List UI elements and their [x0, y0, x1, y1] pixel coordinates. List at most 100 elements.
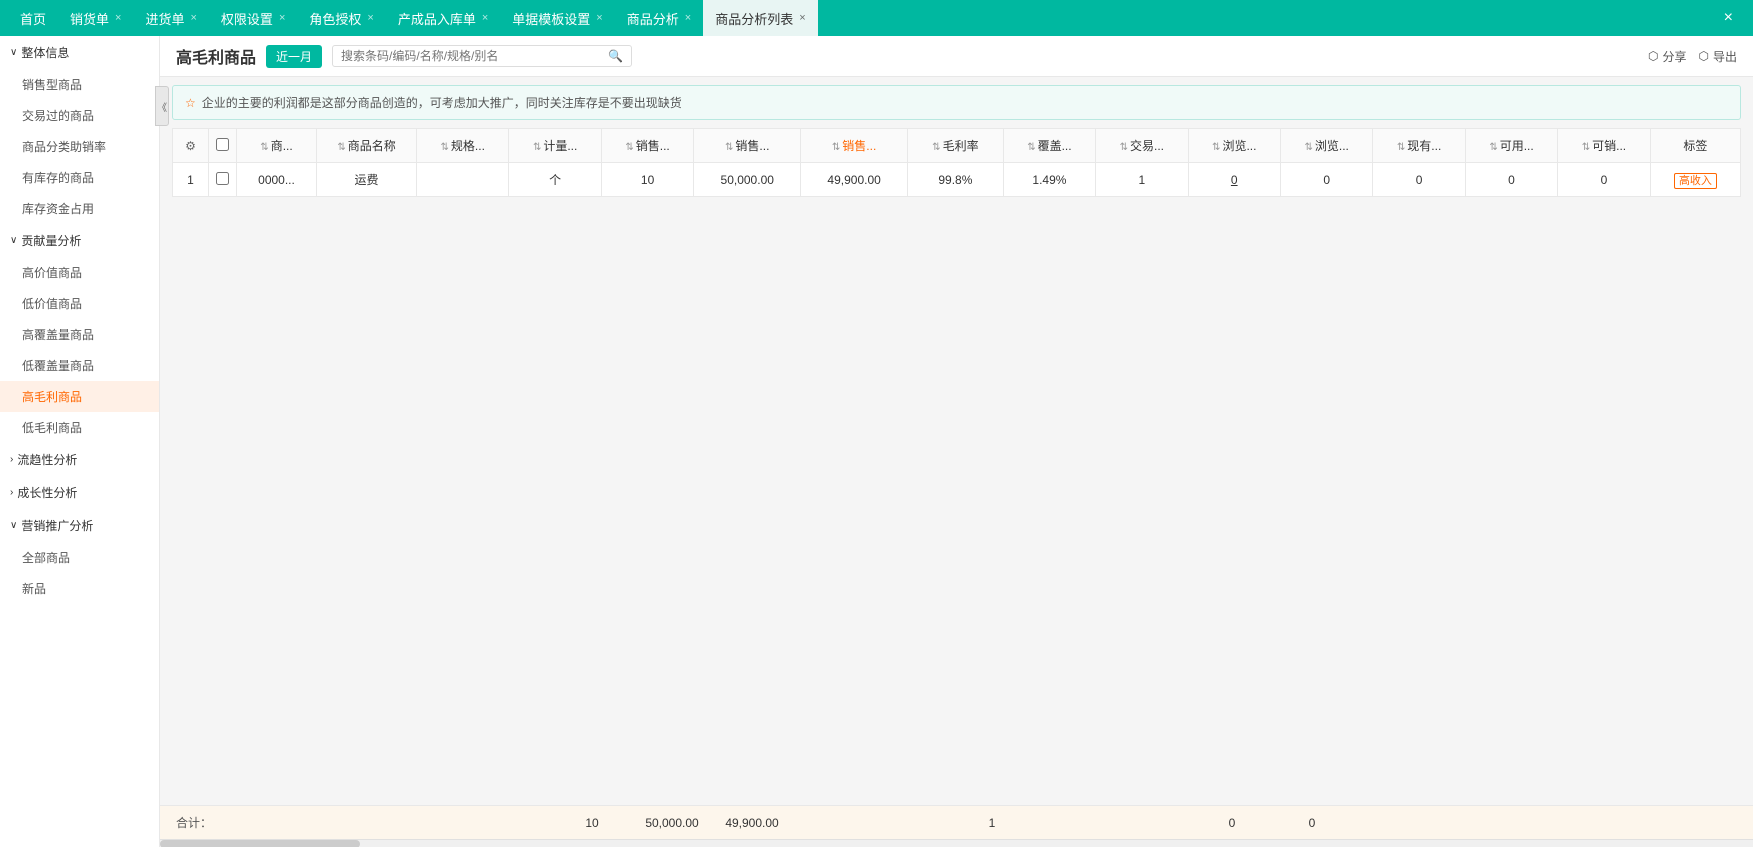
cell-checkbox[interactable] — [209, 163, 237, 197]
col-current[interactable]: ⇅现有... — [1373, 129, 1465, 163]
export-icon: ⬡ — [1699, 49, 1709, 63]
col-unit[interactable]: ⇅计量... — [509, 129, 601, 163]
col-sales3[interactable]: ⇅销售... — [801, 129, 908, 163]
window-close-button[interactable]: × — [1712, 9, 1745, 27]
nav-purchase-order[interactable]: 进货单 × — [133, 0, 208, 36]
nav-product-analysis[interactable]: 商品分析 × — [615, 0, 703, 36]
col-checkbox[interactable] — [209, 129, 237, 163]
col-settings[interactable]: ⚙ — [173, 129, 209, 163]
settings-icon[interactable]: ⚙ — [185, 139, 196, 153]
search-input[interactable] — [341, 49, 608, 63]
sidebar-section-marketing[interactable]: ∨ 营销推广分析 — [0, 509, 159, 542]
arrow-growth: › — [10, 487, 13, 498]
col-coverage[interactable]: ⇅覆盖... — [1003, 129, 1095, 163]
sidebar-item-traded-goods[interactable]: 交易过的商品 — [0, 100, 159, 131]
footer-bar: 合计： 10 50,000.00 49,900.00 1 0 0 — [160, 805, 1753, 839]
close-product-instock[interactable]: × — [482, 12, 488, 24]
sidebar-item-stock-capital[interactable]: 库存资金占用 — [0, 193, 159, 224]
col-available[interactable]: ⇅可用... — [1465, 129, 1557, 163]
product-table: ⚙ ⇅商... ⇅商品名称 ⇅规格... ⇅计量... ⇅销售... ⇅销售..… — [172, 128, 1741, 197]
star-icon: ☆ — [185, 96, 196, 110]
table-row: 1 0000... 运费 个 10 50,000.00 49,900.00 99… — [173, 163, 1741, 197]
share-icon: ⬡ — [1648, 49, 1658, 63]
sidebar-item-high-value[interactable]: 高价值商品 — [0, 257, 159, 288]
sidebar-item-low-value[interactable]: 低价值商品 — [0, 288, 159, 319]
sidebar-item-category-sales-rate[interactable]: 商品分类助销率 — [0, 131, 159, 162]
close-product-analysis[interactable]: × — [685, 12, 691, 24]
arrow-marketing: ∨ — [10, 520, 17, 531]
info-banner: ☆ 企业的主要的利润都是这部分商品创造的，可考虑加大推广，同时关注库存是不要出现… — [172, 85, 1741, 120]
sidebar-item-new-goods[interactable]: 新品 — [0, 573, 159, 604]
nav-sales-order[interactable]: 销货单 × — [58, 0, 133, 36]
sidebar-item-high-margin[interactable]: 高毛利商品 — [0, 381, 159, 412]
col-spec[interactable]: ⇅规格... — [417, 129, 509, 163]
nav-product-analysis-list[interactable]: 商品分析列表 × — [703, 0, 817, 36]
content-area: 高毛利商品 近一月 🔍 ⬡ 分享 ⬡ 导出 ☆ 企业的主要的利润都是这部分商品创… — [160, 36, 1753, 847]
sidebar-item-sales-goods[interactable]: 销售型商品 — [0, 69, 159, 100]
close-role-auth[interactable]: × — [367, 12, 373, 24]
search-icon[interactable]: 🔍 — [608, 49, 623, 63]
header-actions: ⬡ 分享 ⬡ 导出 — [1648, 48, 1737, 65]
col-tag[interactable]: 标签 — [1650, 129, 1740, 163]
cell-coverage: 1.49% — [1003, 163, 1095, 197]
sidebar-item-low-margin[interactable]: 低毛利商品 — [0, 412, 159, 443]
table-container[interactable]: ⚙ ⇅商... ⇅商品名称 ⇅规格... ⇅计量... ⇅销售... ⇅销售..… — [172, 128, 1741, 805]
close-permission[interactable]: × — [279, 12, 285, 24]
sidebar-item-high-coverage[interactable]: 高覆盖量商品 — [0, 319, 159, 350]
cell-browse1[interactable]: 0 — [1188, 163, 1280, 197]
sidebar-collapse-button[interactable]: 《 — [155, 86, 169, 126]
footer-cell-trade: 1 — [952, 816, 1032, 830]
nav-permission[interactable]: 权限设置 × — [209, 0, 297, 36]
period-button[interactable]: 近一月 — [266, 45, 322, 68]
row-checkbox[interactable] — [216, 172, 229, 185]
close-product-analysis-list[interactable]: × — [799, 12, 805, 24]
sidebar-section-overall[interactable]: ∨ 整体信息 — [0, 36, 159, 69]
sidebar: ∨ 整体信息 销售型商品 交易过的商品 商品分类助销率 有库存的商品 库存资金占… — [0, 36, 160, 847]
cell-browse2: 0 — [1280, 163, 1372, 197]
footer-cell-sales3: 49,900.00 — [712, 816, 792, 830]
nav-template[interactable]: 单据模板设置 × — [500, 0, 614, 36]
footer-cell-sales2: 50,000.00 — [632, 816, 712, 830]
scrollbar-thumb[interactable] — [160, 840, 360, 847]
footer-cell-sales1: 10 — [552, 816, 632, 830]
col-trade[interactable]: ⇅交易... — [1096, 129, 1188, 163]
content-header: 高毛利商品 近一月 🔍 ⬡ 分享 ⬡ 导出 — [160, 36, 1753, 77]
cell-name: 运费 — [317, 163, 417, 197]
sidebar-section-contribution[interactable]: ∨ 贡献量分析 — [0, 224, 159, 257]
close-purchase-order[interactable]: × — [190, 12, 196, 24]
nav-role-auth[interactable]: 角色授权 × — [297, 0, 385, 36]
footer-label: 合计： — [176, 814, 212, 831]
sidebar-item-in-stock-goods[interactable]: 有库存的商品 — [0, 162, 159, 193]
sidebar-item-low-coverage[interactable]: 低覆盖量商品 — [0, 350, 159, 381]
cell-spec — [417, 163, 509, 197]
col-gross-rate[interactable]: ⇅毛利率 — [908, 129, 1004, 163]
cell-available: 0 — [1465, 163, 1557, 197]
col-browse2[interactable]: ⇅浏览... — [1280, 129, 1372, 163]
cell-trade: 1 — [1096, 163, 1188, 197]
nav-product-instock[interactable]: 产成品入库单 × — [386, 0, 500, 36]
arrow-overall: ∨ — [10, 47, 17, 58]
col-sales2[interactable]: ⇅销售... — [694, 129, 801, 163]
cell-unit: 个 — [509, 163, 601, 197]
export-button[interactable]: ⬡ 导出 — [1699, 48, 1738, 65]
cell-sales2: 50,000.00 — [694, 163, 801, 197]
col-sales1[interactable]: ⇅销售... — [601, 129, 693, 163]
sidebar-section-trend[interactable]: › 流趋性分析 — [0, 443, 159, 476]
col-code[interactable]: ⇅商... — [237, 129, 317, 163]
select-all-checkbox[interactable] — [216, 138, 229, 151]
close-template[interactable]: × — [596, 12, 602, 24]
col-browse1[interactable]: ⇅浏览... — [1188, 129, 1280, 163]
sidebar-item-all-goods[interactable]: 全部商品 — [0, 542, 159, 573]
cell-gross-rate: 99.8% — [908, 163, 1004, 197]
page-title: 高毛利商品 — [176, 44, 256, 68]
col-saleable[interactable]: ⇅可销... — [1558, 129, 1650, 163]
close-sales-order[interactable]: × — [115, 12, 121, 24]
cell-code: 0000... — [237, 163, 317, 197]
footer-cell-available: 0 — [1272, 816, 1352, 830]
tag-high-income: 高收入 — [1674, 173, 1717, 189]
col-name[interactable]: ⇅商品名称 — [317, 129, 417, 163]
horizontal-scrollbar[interactable] — [160, 839, 1753, 847]
sidebar-section-growth[interactable]: › 成长性分析 — [0, 476, 159, 509]
share-button[interactable]: ⬡ 分享 — [1648, 48, 1687, 65]
nav-home[interactable]: 首页 — [8, 0, 58, 36]
